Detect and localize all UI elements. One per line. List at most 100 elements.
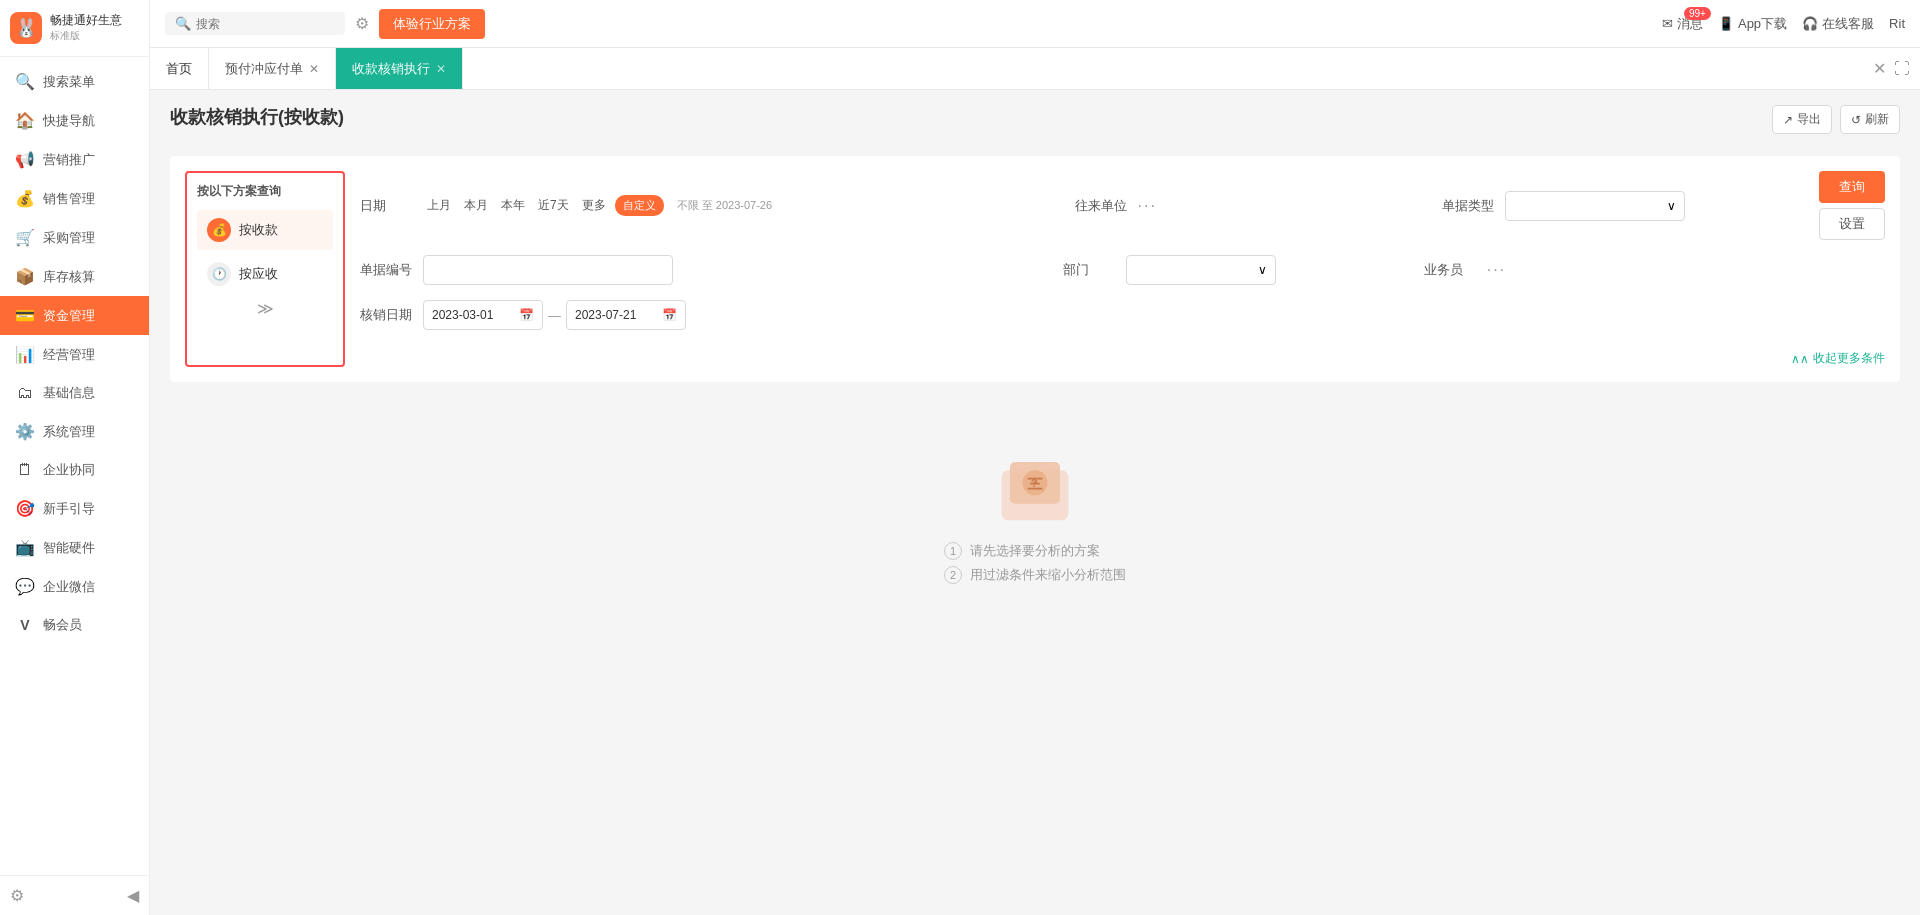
sidebar-label-quick-nav: 快捷导航 <box>43 112 95 130</box>
receipt-icon: 💰 <box>207 218 231 242</box>
inventory-icon: 📦 <box>15 267 35 286</box>
header-search-icon: 🔍 <box>175 16 191 31</box>
filter-collapse-button[interactable]: ≫ <box>197 299 333 318</box>
tab-receipt-writeoff[interactable]: 收款核销执行 ✕ <box>336 48 463 89</box>
writeoff-date-label: 核销日期 <box>360 306 415 324</box>
form-settings-button[interactable]: 设置 <box>1819 208 1885 240</box>
date-label: 日期 <box>360 197 415 215</box>
sidebar-label-hardware: 智能硬件 <box>43 539 95 557</box>
sidebar-item-basic-info[interactable]: 🗂 基础信息 <box>0 374 149 412</box>
app-label: App下载 <box>1738 15 1787 33</box>
date-custom[interactable]: 自定义 <box>615 195 664 216</box>
export-button[interactable]: ↗ 导出 <box>1772 105 1832 134</box>
filter-receivable-label: 按应收 <box>239 265 278 283</box>
sidebar-item-purchase[interactable]: 🛒 采购管理 <box>0 218 149 257</box>
message-badge: 99+ <box>1684 7 1711 20</box>
doc-no-label: 单据编号 <box>360 261 415 279</box>
message-icon: ✉ <box>1662 16 1673 31</box>
refresh-button[interactable]: ↺ 刷新 <box>1840 105 1900 134</box>
date-last-month[interactable]: 上月 <box>423 195 455 216</box>
filter-by-receipt[interactable]: 💰 按收款 <box>197 210 333 250</box>
tab-prepay-label: 预付冲应付单 <box>225 60 303 78</box>
tab-home[interactable]: 首页 <box>150 48 209 89</box>
sidebar-item-finance[interactable]: 💳 资金管理 <box>0 296 149 335</box>
staff-dots-button[interactable]: ··· <box>1487 261 1506 279</box>
header-search-input[interactable] <box>196 17 326 31</box>
staff-group: 业务员 ··· <box>1424 261 1765 279</box>
date-7days[interactable]: 近7天 <box>534 195 573 216</box>
doc-type-label: 单据类型 <box>1442 197 1497 215</box>
header-search-box[interactable]: 🔍 <box>165 12 345 35</box>
solution-button[interactable]: 体验行业方案 <box>379 9 485 39</box>
sidebar-label-sales: 销售管理 <box>43 190 95 208</box>
step-2-text: 用过滤条件来缩小分析范围 <box>970 566 1126 584</box>
sidebar-item-guide[interactable]: 🎯 新手引导 <box>0 489 149 528</box>
sidebar-item-sales[interactable]: 💰 销售管理 <box>0 179 149 218</box>
collapse-more-button[interactable]: ∧∧ 收起更多条件 <box>360 350 1885 367</box>
query-button[interactable]: 查询 <box>1819 171 1885 203</box>
empty-step-1: 1 请先选择要分析的方案 <box>944 542 1126 560</box>
sidebar-item-hardware[interactable]: 📺 智能硬件 <box>0 528 149 567</box>
calendar-start-icon: 📅 <box>519 308 534 322</box>
date-this-year[interactable]: 本年 <box>497 195 529 216</box>
app-name: 畅捷通好生意 <box>50 13 122 29</box>
sidebar-label-business: 经营管理 <box>43 346 95 364</box>
sidebar-menu: 🔍 搜索菜单 🏠 快捷导航 📢 营销推广 💰 销售管理 🛒 采购管理 📦 库存核… <box>0 57 149 875</box>
user-info[interactable]: Rit <box>1889 16 1905 31</box>
receivable-icon: 🕐 <box>207 262 231 286</box>
hardware-icon: 📺 <box>15 538 35 557</box>
staff-label: 业务员 <box>1424 261 1479 279</box>
service-icon: 🎧 <box>1802 16 1818 31</box>
sidebar-label-basic-info: 基础信息 <box>43 384 95 402</box>
partner-dots-button[interactable]: ··· <box>1138 197 1157 215</box>
dept-chevron-icon: ∨ <box>1258 263 1267 277</box>
service-label: 在线客服 <box>1822 15 1874 33</box>
sidebar-label-inventory: 库存核算 <box>43 268 95 286</box>
tab-close-all-button[interactable]: ✕ <box>1873 59 1886 78</box>
tab-prepay-close-icon[interactable]: ✕ <box>309 62 319 76</box>
date-range-separator: — <box>548 308 561 323</box>
tab-receipt-writeoff-label: 收款核销执行 <box>352 60 430 78</box>
sidebar-item-quick-nav[interactable]: 🏠 快捷导航 <box>0 101 149 140</box>
dept-dropdown[interactable]: ∨ <box>1126 255 1276 285</box>
purchase-icon: 🛒 <box>15 228 35 247</box>
sidebar-item-enterprise[interactable]: 🗒 企业协同 <box>0 451 149 489</box>
app-download-button[interactable]: 📱 App下载 <box>1718 15 1787 33</box>
writeoff-date-start[interactable]: 2023-03-01 📅 <box>423 300 543 330</box>
date-more[interactable]: 更多 <box>578 195 610 216</box>
form-row-2: 单据编号 部门 ∨ 业务员 ··· <box>360 255 1885 285</box>
sidebar-label-wechat: 企业微信 <box>43 578 95 596</box>
doc-no-group: 单据编号 <box>360 255 1043 285</box>
settings-footer-icon[interactable]: ⚙ <box>10 886 24 905</box>
tab-actions: ✕ ⛶ <box>1873 48 1920 89</box>
home-icon: 🏠 <box>15 111 35 130</box>
doc-type-dropdown[interactable]: ∨ <box>1505 191 1685 221</box>
filter-receipt-label: 按收款 <box>239 221 278 239</box>
marketing-icon: 📢 <box>15 150 35 169</box>
sidebar-item-marketing[interactable]: 📢 营销推广 <box>0 140 149 179</box>
tab-receipt-close-icon[interactable]: ✕ <box>436 62 446 76</box>
wechat-icon: 💬 <box>15 577 35 596</box>
tab-prepay[interactable]: 预付冲应付单 ✕ <box>209 48 336 89</box>
sidebar-item-member[interactable]: V 畅会员 <box>0 606 149 644</box>
dept-label: 部门 <box>1063 261 1118 279</box>
collapse-sidebar-icon[interactable]: ◀ <box>127 886 139 905</box>
message-button[interactable]: ✉ 消息 99+ <box>1662 15 1703 33</box>
settings-icon[interactable]: ⚙ <box>355 14 369 33</box>
page-content: 收款核销执行(按收款) ↗ 导出 ↺ 刷新 按以下方案查询 💰 按收款 <box>150 90 1920 915</box>
sidebar-item-search[interactable]: 🔍 搜索菜单 <box>0 62 149 101</box>
tab-bar: 首页 预付冲应付单 ✕ 收款核销执行 ✕ ✕ ⛶ <box>150 48 1920 90</box>
tab-expand-button[interactable]: ⛶ <box>1894 60 1910 78</box>
calendar-end-icon: 📅 <box>662 308 677 322</box>
sidebar-item-business[interactable]: 📊 经营管理 <box>0 335 149 374</box>
sidebar-item-system[interactable]: ⚙️ 系统管理 <box>0 412 149 451</box>
step-2-number: 2 <box>944 566 962 584</box>
sidebar-item-inventory[interactable]: 📦 库存核算 <box>0 257 149 296</box>
date-this-month[interactable]: 本月 <box>460 195 492 216</box>
page-toolbar: ↗ 导出 ↺ 刷新 <box>1772 105 1900 134</box>
writeoff-date-end[interactable]: 2023-07-21 📅 <box>566 300 686 330</box>
online-service-button[interactable]: 🎧 在线客服 <box>1802 15 1874 33</box>
sidebar-item-wechat[interactable]: 💬 企业微信 <box>0 567 149 606</box>
filter-by-receivable[interactable]: 🕐 按应收 <box>197 254 333 294</box>
doc-no-input[interactable] <box>423 255 673 285</box>
